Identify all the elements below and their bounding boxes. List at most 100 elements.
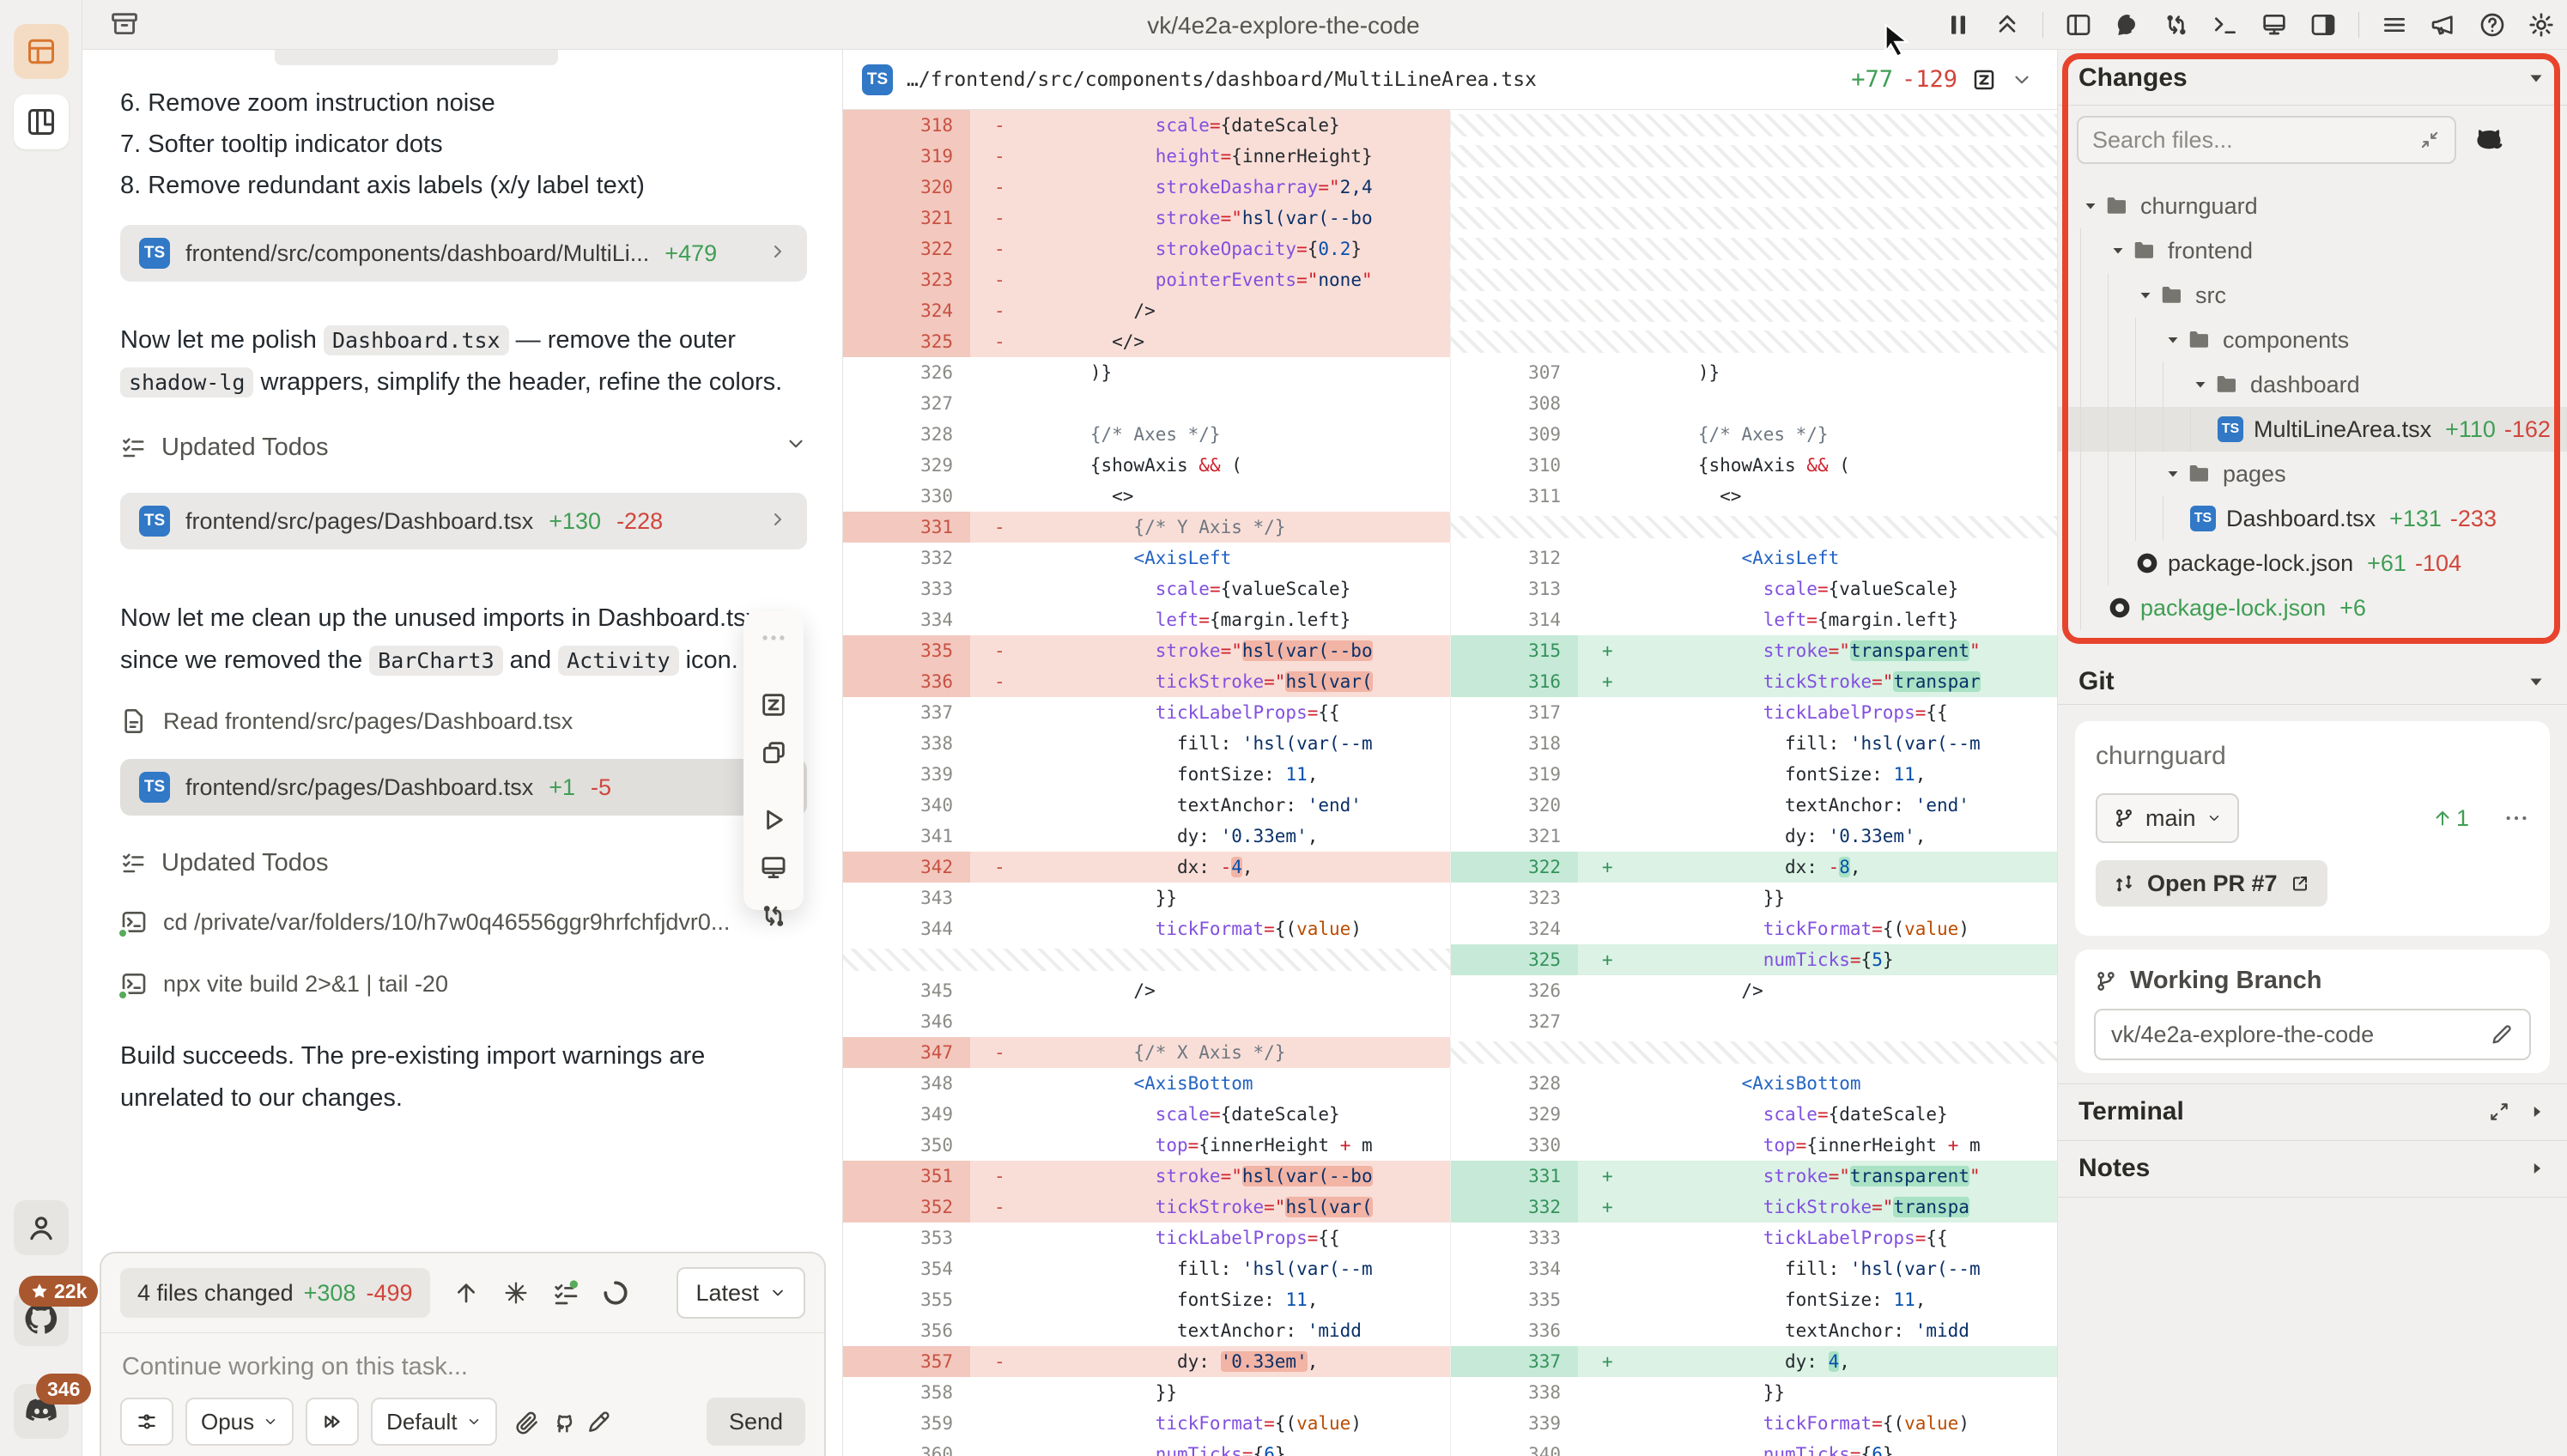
monitor-icon[interactable]: [2261, 11, 2288, 39]
git-section-header[interactable]: Git: [2058, 659, 2567, 704]
cat-icon[interactable]: [2472, 123, 2506, 157]
terminal-icon[interactable]: [2212, 11, 2239, 39]
git-branch-icon: [2113, 807, 2135, 829]
burst-icon[interactable]: [502, 1279, 530, 1307]
tree-item-package-lock-json[interactable]: package-lock.json+61-104: [2058, 541, 2567, 585]
tree-item-src[interactable]: src: [2058, 273, 2567, 318]
tree-caret-icon[interactable]: [2108, 240, 2132, 261]
workspace-item-active[interactable]: [14, 24, 69, 79]
tree-caret-icon[interactable]: [2190, 374, 2214, 395]
monitor-icon[interactable]: [759, 853, 788, 883]
diff-line: [1450, 512, 2057, 543]
collapse-tree-icon[interactable]: [2418, 129, 2441, 151]
paperclip-icon[interactable]: [514, 1409, 540, 1435]
tree-caret-icon[interactable]: [2135, 285, 2159, 306]
folder-icon: [2187, 461, 2212, 487]
updated-todos-toggle[interactable]: Updated Todos: [120, 848, 807, 877]
checklist-dot-icon[interactable]: [552, 1279, 580, 1307]
copy-icon[interactable]: [759, 738, 788, 767]
diff-stats: +77 -129: [1851, 66, 1957, 93]
account-button[interactable]: [14, 1200, 69, 1255]
tree-item-package-lock-json[interactable]: package-lock.json+6: [2058, 585, 2567, 630]
fast-forward-button[interactable]: [306, 1398, 359, 1446]
branch-select[interactable]: main: [2096, 793, 2239, 843]
tree-item-components[interactable]: components: [2058, 318, 2567, 362]
panel-left-icon[interactable]: [2065, 11, 2092, 39]
files-changed-pill[interactable]: 4 files changed +308 -499: [120, 1268, 430, 1318]
tree-item-dashboard-tsx[interactable]: TSDashboard.tsx+131-233: [2058, 496, 2567, 541]
working-branch-input[interactable]: vk/4e2a-explore-the-code: [2094, 1009, 2531, 1060]
help-icon[interactable]: [2479, 11, 2506, 39]
diff-line: 360 numTicks={6}: [843, 1439, 1450, 1456]
checklist-icon: [120, 850, 146, 876]
file-change-card[interactable]: TSfrontend/src/pages/Dashboard.tsx+130-2…: [120, 493, 807, 549]
editor-icon[interactable]: [1971, 67, 1997, 93]
message-toolbar: [743, 611, 804, 910]
arrow-up-icon[interactable]: [452, 1279, 480, 1307]
open-pr-button[interactable]: Open PR #7: [2096, 860, 2327, 907]
menu-icon[interactable]: [2381, 11, 2408, 39]
git-compare-icon[interactable]: [2163, 11, 2190, 39]
workspace-item[interactable]: [14, 94, 69, 149]
collapse-diff-icon[interactable]: [2011, 69, 2033, 91]
pause-icon[interactable]: [1945, 11, 1972, 39]
play-icon[interactable]: [759, 805, 788, 834]
tree-caret-icon[interactable]: [2163, 464, 2187, 484]
diff-line: 309 {/* Axes */}: [1450, 419, 2057, 450]
tool-call-row[interactable]: npx vite build 2>&1 | tail -20: [120, 970, 807, 998]
file-change-card[interactable]: TSfrontend/src/components/dashboard/Mult…: [120, 225, 807, 282]
tree-item-dashboard[interactable]: dashboard: [2058, 362, 2567, 407]
tree-item-multilinearea-tsx[interactable]: TSMultiLineArea.tsx+110-162: [2058, 407, 2567, 452]
pen-icon[interactable]: [586, 1409, 612, 1435]
ts-file-icon: TS: [139, 238, 170, 269]
model-select[interactable]: Opus: [185, 1398, 294, 1446]
version-select[interactable]: Latest: [677, 1267, 805, 1319]
git-more-button[interactable]: [2503, 805, 2529, 831]
search-input[interactable]: Search files...: [2077, 116, 2456, 164]
expand-icon[interactable]: [2488, 1101, 2510, 1123]
tree-caret-icon[interactable]: [2163, 330, 2187, 350]
tree-item-frontend[interactable]: frontend: [2058, 228, 2567, 273]
notes-section-header[interactable]: Notes: [2058, 1142, 2567, 1195]
megaphone-icon[interactable]: [2430, 11, 2457, 39]
diff-stat-badges: +110-162: [2445, 416, 2551, 443]
git-compare-icon: [2113, 872, 2135, 895]
changes-section-header[interactable]: Changes: [2058, 57, 2567, 100]
terminal-section-header[interactable]: Terminal: [2058, 1085, 2567, 1138]
diff-row: 347- {/* X Axis */}: [843, 1037, 2057, 1068]
octocat-icon[interactable]: [550, 1409, 576, 1435]
diff-line: 351- stroke="hsl(var(--bo: [843, 1161, 1450, 1192]
pencil-icon[interactable]: [2490, 1022, 2514, 1046]
git-branch-icon: [2094, 969, 2118, 993]
diff-row: 321- stroke="hsl(var(--bo: [843, 203, 2057, 234]
chevrons-up-icon[interactable]: [1994, 11, 2021, 39]
tool-call-row[interactable]: Read frontend/src/pages/Dashboard.tsx: [120, 707, 807, 735]
spinner-icon[interactable]: [602, 1279, 629, 1307]
git-compare-icon[interactable]: [759, 901, 788, 931]
archive-icon[interactable]: [110, 9, 139, 39]
file-change-card[interactable]: TSfrontend/src/pages/Dashboard.tsx+1-5: [120, 759, 807, 816]
send-button[interactable]: Send: [707, 1398, 805, 1446]
tool-call-row[interactable]: cd /private/var/folders/10/h7w0q46556ggr…: [120, 908, 807, 936]
diff-line: 336- tickStroke="hsl(var(: [843, 666, 1450, 697]
diff-line: 326 />: [1450, 975, 2057, 1006]
mode-select[interactable]: Default: [371, 1398, 496, 1446]
gear-icon[interactable]: [2528, 11, 2555, 39]
updated-todos-toggle[interactable]: Updated Todos: [120, 433, 807, 462]
fast-forward-icon: [321, 1410, 343, 1433]
tree-caret-icon[interactable]: [2080, 196, 2104, 216]
composer-settings-button[interactable]: [120, 1398, 173, 1446]
zed-icon[interactable]: [759, 690, 788, 719]
ts-file-icon: TS: [139, 506, 170, 537]
message-input[interactable]: Continue working on this task...: [122, 1353, 468, 1381]
chat-icon[interactable]: [2114, 11, 2141, 39]
diff-row: 338 fill: 'hsl(var(--m318 fill: 'hsl(var…: [843, 728, 2057, 759]
tree-item-pages[interactable]: pages: [2058, 452, 2567, 496]
diff-line: 341 dy: '0.33em',: [843, 821, 1450, 852]
github-stars-badge: 22k: [19, 1276, 98, 1307]
diff-line: 328 {/* Axes */}: [843, 419, 1450, 450]
layout-icon: [26, 36, 57, 67]
tree-item-churnguard[interactable]: churnguard: [2058, 184, 2567, 228]
dots-icon[interactable]: [759, 623, 788, 652]
panel-right-icon[interactable]: [2309, 11, 2337, 39]
